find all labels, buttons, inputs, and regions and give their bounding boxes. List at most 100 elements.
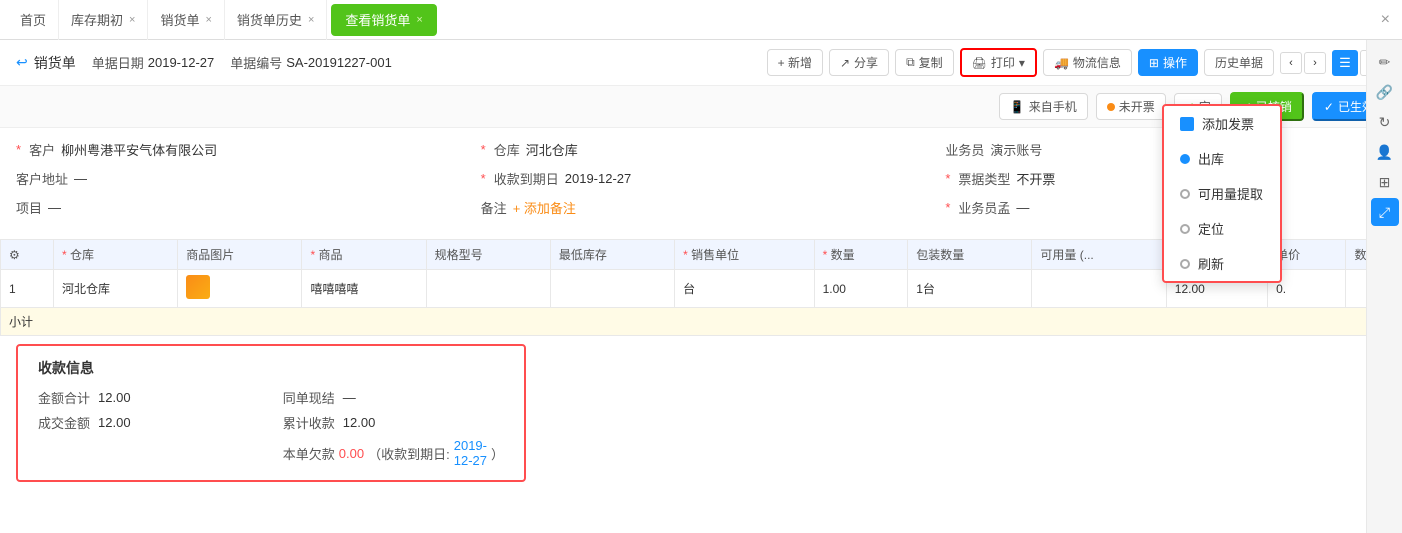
cell-spec <box>426 270 550 308</box>
not-open-button[interactable]: 未开票 <box>1096 93 1166 120</box>
cell-seq: 1 <box>1 270 54 308</box>
customer-field: * 客户 柳州粤港平安气体有限公司 <box>16 140 457 159</box>
print-dropdown-arrow: ▾ <box>1019 56 1025 70</box>
cell-min-stock <box>550 270 674 308</box>
col-product: * 商品 <box>302 240 426 270</box>
col-warehouse: * 仓库 <box>54 240 178 270</box>
total-amount-row: 金额合计 12.00 <box>38 388 259 407</box>
col-product-image: 商品图片 <box>178 240 302 270</box>
nav-arrows: ‹ › <box>1280 52 1326 74</box>
tab-inventory-init-close[interactable]: × <box>129 14 135 26</box>
tab-bar: 首页 库存期初 × 销货单 × 销货单历史 × 查看销货单 × × <box>0 0 1402 40</box>
tab-sales-history-label: 销货单历史 <box>237 10 302 29</box>
staff-value: 演示账号 <box>990 140 1042 159</box>
share-icon: ↗ <box>840 56 850 70</box>
project-field: 项目 — <box>16 198 457 217</box>
dropdown-outbound[interactable]: 出库 <box>1164 141 1280 176</box>
subtotal-row: 小计 <box>1 308 1402 336</box>
tab-sales-order-close[interactable]: × <box>205 14 211 26</box>
outbound-label: 出库 <box>1198 149 1224 168</box>
tab-view-sales[interactable]: 查看销货单 × <box>331 4 436 36</box>
transaction-row: 成交金额 12.00 <box>38 413 259 432</box>
project-value: — <box>48 200 61 215</box>
dropdown-refresh[interactable]: 刷新 <box>1164 246 1280 281</box>
list-view-button[interactable]: ☰ <box>1332 50 1358 76</box>
logistics-button[interactable]: 🚚 物流信息 <box>1043 49 1132 76</box>
document-meta: 单据日期 2019-12-27 单据编号 SA-20191227-001 <box>92 53 392 72</box>
number-label: 单据编号 SA-20191227-001 <box>230 53 392 72</box>
logistics-icon: 🚚 <box>1054 56 1069 70</box>
current-owed-row: 本单欠款 0.00 （收款到期日: 2019-12-27 ） <box>283 438 504 468</box>
dropdown-add-invoice[interactable]: 添加发票 <box>1164 106 1280 141</box>
sidebar-link-icon[interactable]: 🔗 <box>1371 78 1399 106</box>
phone-icon: 📱 <box>1010 100 1025 114</box>
col-sales-unit: * 销售单位 <box>675 240 815 270</box>
payment-date-value: 2019-12-27 <box>565 171 632 186</box>
orange-dot <box>1107 103 1115 111</box>
next-arrow[interactable]: › <box>1304 52 1326 74</box>
prev-arrow[interactable]: ‹ <box>1280 52 1302 74</box>
sidebar-expand-icon[interactable]: ⤢ <box>1371 198 1399 226</box>
due-date-value: 2019-12-27 <box>454 438 487 468</box>
cell-product-image <box>178 270 302 308</box>
operation-icon: ⊞ <box>1149 56 1159 70</box>
col-gear: ⚙ <box>1 240 54 270</box>
tab-home-label: 首页 <box>20 10 46 29</box>
new-button[interactable]: + 新增 <box>767 49 823 76</box>
ticket-type-value: 不开票 <box>1016 169 1055 188</box>
total-amount-value: 12.00 <box>98 390 131 405</box>
accumulated-row: 累计收款 12.00 <box>283 413 504 432</box>
sidebar-data-icon[interactable]: ⊞ <box>1371 168 1399 196</box>
cell-available <box>1032 270 1166 308</box>
dropdown-available-pickup[interactable]: 可用量提取 <box>1164 176 1280 211</box>
tab-sales-order[interactable]: 销货单 × <box>148 0 224 40</box>
number-value: SA-20191227-001 <box>286 55 392 70</box>
customer-value: 柳州粤港平安气体有限公司 <box>61 140 217 159</box>
current-owed-value: 0.00 <box>339 446 364 461</box>
same-order-value: — <box>343 390 356 405</box>
tab-home[interactable]: 首页 <box>8 0 59 40</box>
print-button[interactable]: 🖨 打印 ▾ <box>960 48 1037 77</box>
address-value: — <box>74 171 87 186</box>
cell-sales-unit: 台 <box>675 270 815 308</box>
date-label: 单据日期 2019-12-27 <box>92 53 215 72</box>
product-image <box>186 275 210 299</box>
tab-sales-history-close[interactable]: × <box>308 14 314 26</box>
sidebar-refresh-icon[interactable]: ↻ <box>1371 108 1399 136</box>
locate-icon <box>1180 224 1190 234</box>
sidebar-edit-icon[interactable]: ✏ <box>1371 48 1399 76</box>
col-available: 可用量 (... <box>1032 240 1166 270</box>
from-phone-button[interactable]: 📱 来自手机 <box>999 93 1088 120</box>
tab-view-sales-label: 查看销货单 <box>345 10 410 29</box>
tab-sales-history[interactable]: 销货单历史 × <box>225 0 327 40</box>
history-button[interactable]: 历史单据 <box>1204 49 1274 76</box>
document-header: ↩ 销货单 单据日期 2019-12-27 单据编号 SA-20191227-0… <box>0 40 1402 86</box>
add-invoice-label: 添加发票 <box>1202 114 1254 133</box>
dropdown-locate[interactable]: 定位 <box>1164 211 1280 246</box>
doc-type-label: 销货单 <box>34 53 76 73</box>
window-close-button[interactable]: × <box>1381 11 1390 29</box>
operation-dropdown: 添加发票 出库 可用量提取 定位 刷新 <box>1162 104 1282 283</box>
col-spec: 规格型号 <box>426 240 550 270</box>
copy-button[interactable]: ⧉ 复制 <box>895 49 954 76</box>
accumulated-value: 12.00 <box>343 415 376 430</box>
operation-button[interactable]: ⊞ 操作 <box>1138 49 1198 76</box>
payment-date-field: * 收款到期日 2019-12-27 <box>481 169 922 188</box>
add-invoice-icon <box>1180 117 1194 131</box>
available-pickup-icon <box>1180 189 1190 199</box>
document-title: ↩ 销货单 <box>16 53 76 73</box>
tab-inventory-init[interactable]: 库存期初 × <box>59 0 148 40</box>
right-sidebar: ✏ 🔗 ↻ 👤 ⊞ ⤢ <box>1366 40 1402 533</box>
cell-package-qty: 1台 <box>908 270 1032 308</box>
same-order-row: 同单现结 — <box>283 388 504 407</box>
tab-view-sales-close[interactable]: × <box>416 14 422 26</box>
add-remark-button[interactable]: + 添加备注 <box>513 198 576 217</box>
cell-product: 嘻嘻嘻嘻 <box>302 270 426 308</box>
col-quantity: * 数量 <box>814 240 908 270</box>
share-button[interactable]: ↗ 分享 <box>829 49 889 76</box>
print-icon: 🖨 <box>972 56 987 70</box>
doc-type-icon: ↩ <box>16 54 28 71</box>
refresh-icon <box>1180 259 1190 269</box>
date-value: 2019-12-27 <box>148 55 215 70</box>
sidebar-user-icon[interactable]: 👤 <box>1371 138 1399 166</box>
